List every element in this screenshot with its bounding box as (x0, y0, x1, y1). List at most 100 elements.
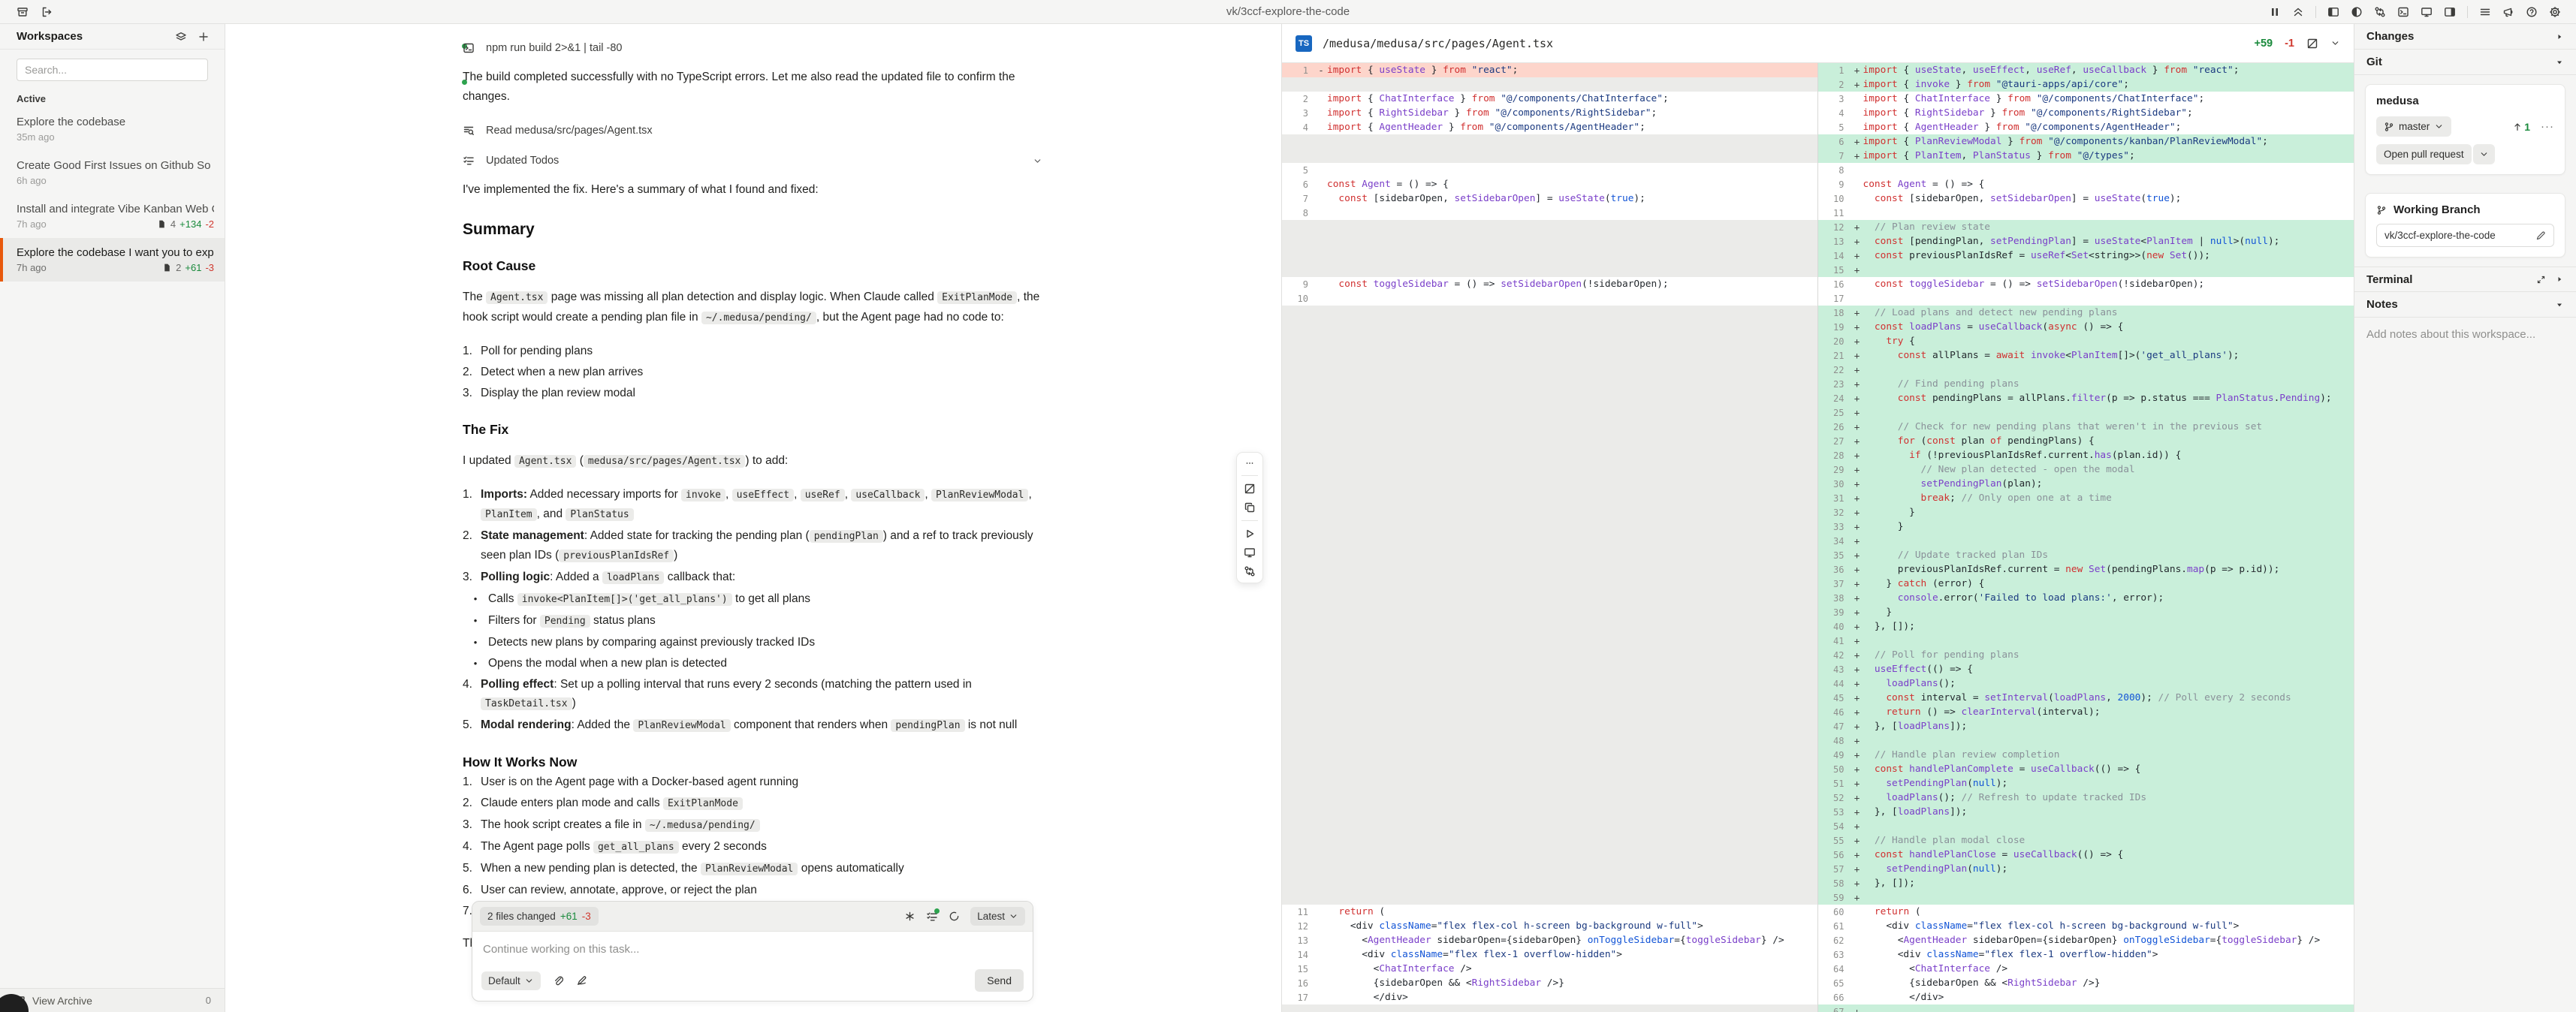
chevron-down-icon[interactable] (1033, 156, 1042, 166)
tool-call-row[interactable]: Updated Todos (463, 155, 1042, 167)
diff-line-filler (1282, 248, 1817, 263)
message-input[interactable]: Continue working on this task... (472, 932, 1033, 963)
diff-line-context: 11 (1818, 206, 2354, 220)
send-button[interactable]: Send (975, 969, 1024, 992)
drag-dots-icon[interactable] (1244, 458, 1255, 468)
diff-line-filler (1282, 377, 1817, 391)
list-item: •Calls invoke<PlanItem[]>('get_all_plans… (463, 589, 1042, 609)
assistant-paragraph: I updated Agent.tsx (medusa/src/pages/Ag… (463, 451, 1042, 471)
assistant-paragraph: I've implemented the fix. Here's a summa… (463, 180, 1042, 200)
diff-line-filler (1282, 762, 1817, 776)
notes-label: Notes (2366, 298, 2398, 311)
pause-icon[interactable] (2269, 6, 2281, 18)
list-item: 3.Polling logic: Added a loadPlans callb… (463, 568, 1042, 587)
diff-line-filler (1282, 776, 1817, 791)
list-item-text: When a new pending plan is detected, the… (481, 859, 1042, 878)
working-branch-value: vk/3ccf-explore-the-code (2384, 230, 2496, 241)
sign-out-icon[interactable] (41, 6, 53, 18)
model-dropdown[interactable]: Default (481, 971, 541, 990)
diff-line-context: 6const Agent = () => { (1282, 177, 1817, 191)
workspace-item[interactable]: Create Good First Issues on Github So po… (0, 151, 225, 194)
working-branch-label: Working Branch (2394, 203, 2481, 216)
inline-code: Agent.tsx (486, 291, 547, 304)
notes-section-header[interactable]: Notes (2354, 292, 2576, 318)
workspace-item[interactable]: Explore the codebase I want you to exp7h… (0, 238, 225, 282)
layers-icon[interactable] (175, 31, 187, 43)
git-compare-icon[interactable] (2374, 6, 2386, 18)
assistant-heading: Root Cause (463, 258, 1042, 274)
changes-section-header[interactable]: Changes (2354, 24, 2576, 50)
git-section-header[interactable]: Git (2354, 50, 2576, 75)
play-icon[interactable] (1244, 528, 1256, 540)
pr-dropdown-button[interactable] (2473, 144, 2495, 164)
diff-line-filler (1282, 534, 1817, 548)
app-window: vk/3ccf-explore-the-code Workspaces Acti… (0, 0, 2576, 1012)
floating-toolbar (1236, 452, 1263, 583)
diff-line-context: 5 (1282, 163, 1817, 177)
workspace-item[interactable]: Explore the codebase35m ago (0, 107, 225, 151)
tool-call-row[interactable]: Read medusa/src/pages/Agent.tsx (463, 125, 1042, 137)
workspace-search[interactable] (17, 59, 208, 81)
composer-status-bar: 2 files changed +61 -3 Latest (472, 902, 1033, 932)
monitor-icon[interactable] (1244, 547, 1256, 559)
typescript-file-icon: TS (1296, 35, 1312, 52)
plus-icon[interactable] (198, 31, 210, 43)
pencil-icon[interactable] (2535, 230, 2546, 241)
inline-code: pendingPlan (810, 530, 883, 543)
contrast-icon[interactable] (2351, 6, 2363, 18)
more-menu-button[interactable]: ··· (2541, 120, 2554, 133)
pen-icon[interactable] (576, 975, 587, 986)
todos-icon[interactable] (926, 911, 938, 923)
open-pull-request-button[interactable]: Open pull request (2376, 144, 2472, 164)
list-marker: 5. (463, 715, 481, 735)
diff-line-filler (1282, 520, 1817, 534)
asterisk-icon[interactable] (904, 911, 915, 922)
expand-icon[interactable] (2536, 275, 2546, 285)
monitor-icon[interactable] (2421, 6, 2433, 18)
branch-dropdown[interactable]: master (2376, 116, 2451, 137)
diff-line-added: 49+ // Handle plan review completion (1818, 748, 2354, 762)
panel-left-icon[interactable] (2327, 6, 2339, 18)
list-item-text: State management: Added state for tracki… (481, 526, 1042, 565)
search-input[interactable] (25, 64, 200, 76)
workspace-meta: 6h ago (17, 175, 214, 186)
view-archive-button[interactable]: View Archive 0 (0, 988, 225, 1012)
image-off-icon[interactable] (2306, 38, 2318, 50)
git-compare-icon[interactable] (1244, 565, 1256, 577)
help-icon[interactable] (2526, 6, 2538, 18)
message-composer: 2 files changed +61 -3 Latest Co (472, 901, 1033, 1001)
workspace-item[interactable]: Install and integrate Vibe Kanban Web C7… (0, 194, 225, 238)
image-off-icon[interactable] (1244, 483, 1256, 495)
menu-icon[interactable] (2479, 6, 2491, 18)
tool-call-row[interactable]: npm run build 2>&1 | tail -80 (463, 42, 1042, 54)
diff-line-removed: 1-import { useState } from "react"; (1282, 63, 1817, 77)
chevron-down-icon[interactable] (2330, 38, 2340, 48)
diff-line-added: 59+ (1818, 890, 2354, 905)
gear-icon[interactable] (2549, 6, 2561, 18)
diff-line-filler (1282, 149, 1817, 163)
files-changed-chip[interactable]: 2 files changed +61 -3 (480, 907, 599, 926)
copy-icon[interactable] (1244, 501, 1256, 514)
terminal-section-header[interactable]: Terminal (2354, 267, 2576, 292)
archive-icon[interactable] (17, 6, 29, 18)
notes-input[interactable]: Add notes about this workspace... (2354, 318, 2576, 1012)
paperclip-icon[interactable] (553, 975, 564, 986)
main-area: Workspaces Active Explore the codebase35… (0, 24, 2576, 1012)
megaphone-icon[interactable] (2502, 6, 2514, 18)
chevrons-up-icon[interactable] (2292, 6, 2304, 18)
working-branch-input[interactable]: vk/3ccf-explore-the-code (2376, 224, 2554, 247)
list-item: 3.The hook script creates a file in ~/.m… (463, 815, 1042, 835)
diff-line-filler (1282, 77, 1817, 92)
workspace-diff-stats: 4+134-2 (157, 218, 214, 230)
diff-line-filler (1282, 220, 1817, 234)
diff-line-added: 27+ for (const plan of pendingPlans) { (1818, 434, 2354, 448)
diff-line-context: 15 <ChatInterface /> (1282, 962, 1817, 976)
list-marker: 2. (463, 363, 481, 381)
changes-label: Changes (2366, 30, 2414, 43)
panel-right-icon[interactable] (2444, 6, 2456, 18)
workspace-meta: 7h ago4+134-2 (17, 218, 214, 230)
inline-code: ExitPlanMode (663, 797, 743, 810)
workspaces-sidebar: Workspaces Active Explore the codebase35… (0, 24, 225, 1012)
terminal-icon[interactable] (2397, 6, 2409, 18)
latest-dropdown[interactable]: Latest (970, 907, 1025, 926)
